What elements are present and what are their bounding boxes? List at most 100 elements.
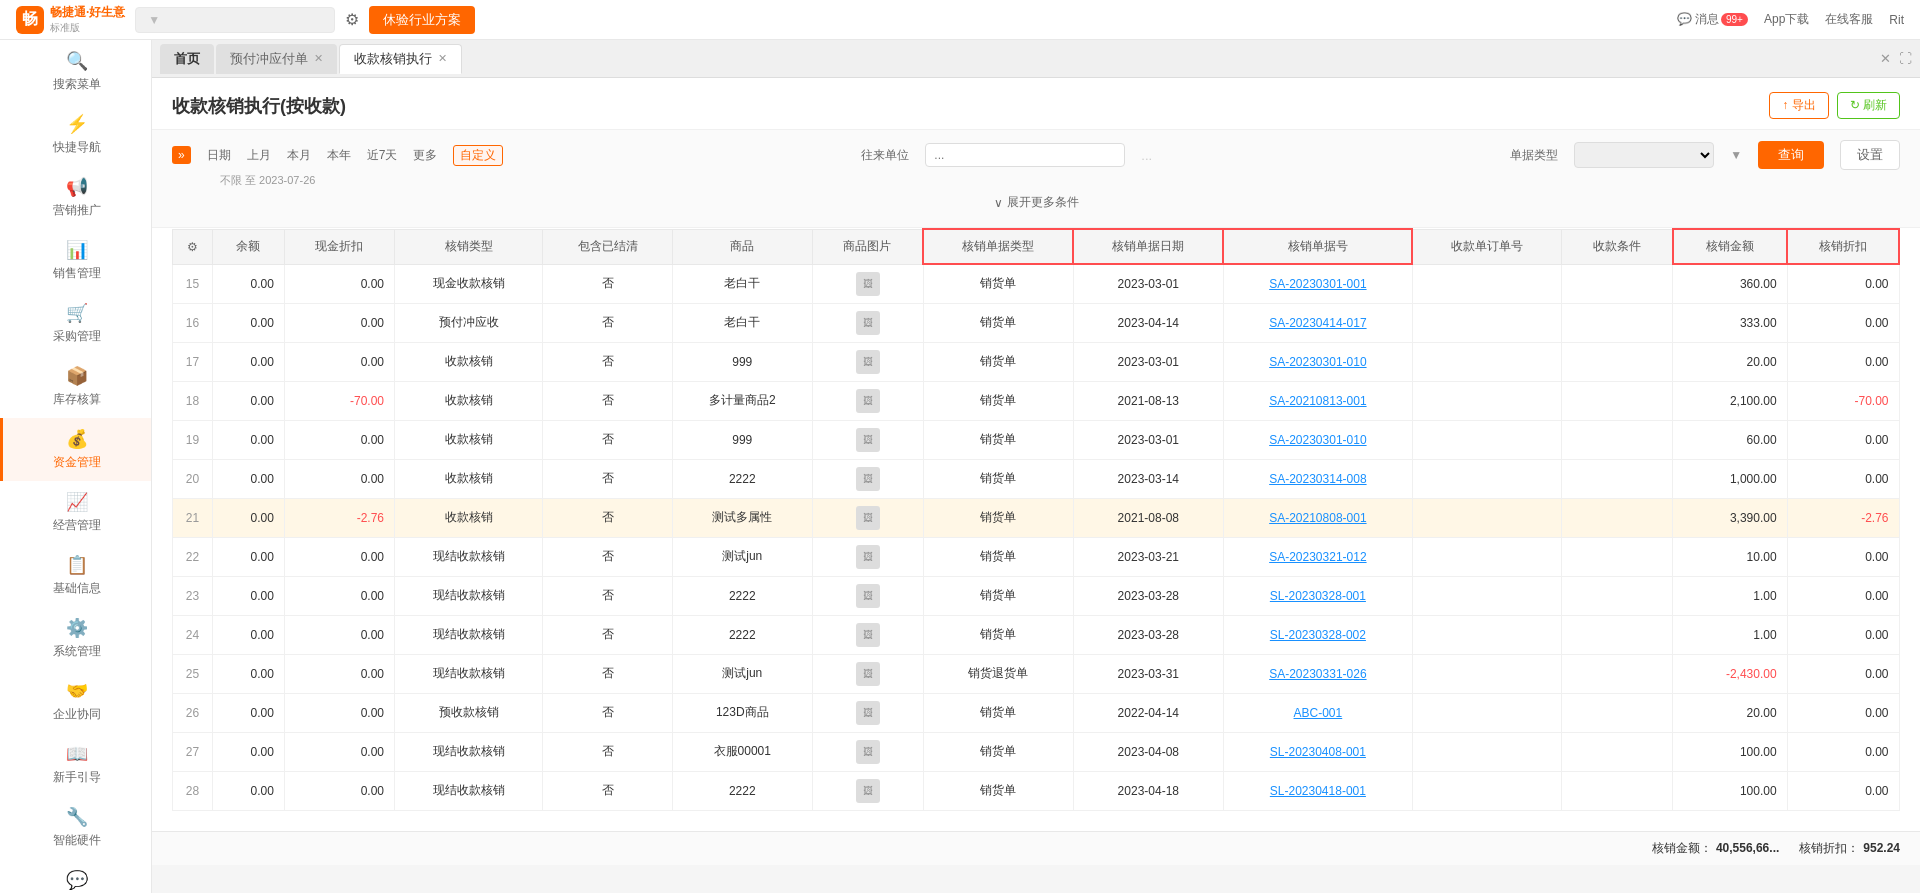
sidebar-item-label: 快捷导航 xyxy=(53,139,101,156)
cell-verify-bill-no[interactable]: SL-20230408-001 xyxy=(1223,732,1412,771)
tab-verify[interactable]: 收款核销执行 ✕ xyxy=(339,44,462,74)
cell-product-image: 🖼 xyxy=(812,693,923,732)
data-table: ⚙ 余额 现金折扣 核销类型 包含已结清 商品 商品图片 核销单据类型 核销单据… xyxy=(172,228,1900,811)
cell-receipt-condition xyxy=(1562,615,1673,654)
sidebar-item-enterprise[interactable]: 🤝 企业协同 xyxy=(0,670,151,733)
tab-close-all-icon[interactable]: ✕ xyxy=(1880,51,1891,66)
cell-verify-bill-no[interactable]: SA-20230314-008 xyxy=(1223,459,1412,498)
sidebar-item-sales[interactable]: 📊 销售管理 xyxy=(0,229,151,292)
cell-receipt-order xyxy=(1412,654,1561,693)
cell-verify-bill-no[interactable]: SL-20230328-002 xyxy=(1223,615,1412,654)
cell-verify-bill-type: 销货单 xyxy=(923,732,1073,771)
col-settings[interactable]: ⚙ xyxy=(173,229,213,264)
date-this-year[interactable]: 本年 xyxy=(327,147,351,164)
cell-no: 19 xyxy=(173,420,213,459)
sidebar-item-hardware[interactable]: 🔧 智能硬件 xyxy=(0,796,151,859)
cell-verify-bill-no[interactable]: SA-20230301-010 xyxy=(1223,342,1412,381)
cell-verify-amount: 100.00 xyxy=(1673,771,1788,810)
cell-verify-amount: 1,000.00 xyxy=(1673,459,1788,498)
footer-verify-amount: 核销金额： 40,556,66... xyxy=(1652,840,1779,857)
cell-verify-bill-date: 2023-03-28 xyxy=(1073,615,1223,654)
tab-maximize-icon[interactable]: ⛶ xyxy=(1899,51,1912,66)
expand-arrow[interactable]: » xyxy=(172,146,191,164)
table-row: 21 0.00 -2.76 收款核销 否 测试多属性 🖼 销货单 2021-08… xyxy=(173,498,1900,537)
cell-verify-bill-no[interactable]: SA-20230331-026 xyxy=(1223,654,1412,693)
sidebar-item-guide[interactable]: 📖 新手引导 xyxy=(0,733,151,796)
cell-verify-bill-no[interactable]: SA-20210808-001 xyxy=(1223,498,1412,537)
cell-include-settled: 否 xyxy=(543,615,672,654)
tab-home[interactable]: 首页 xyxy=(160,44,214,74)
filter-row-1: » 日期 上月 本月 本年 近7天 更多 自定义 往来单位 ... 单据类型 xyxy=(172,140,1900,170)
table-header: ⚙ 余额 现金折扣 核销类型 包含已结清 商品 商品图片 核销单据类型 核销单据… xyxy=(173,229,1900,264)
expand-more-button[interactable]: ∨ 展开更多条件 xyxy=(994,194,1079,211)
online-service[interactable]: 在线客服 xyxy=(1825,11,1873,28)
col-cash-discount: 现金折扣 xyxy=(284,229,394,264)
sidebar-item-purchase[interactable]: 🛒 采购管理 xyxy=(0,292,151,355)
date-last-month[interactable]: 上月 xyxy=(247,147,271,164)
cell-verify-bill-no[interactable]: SL-20230328-001 xyxy=(1223,576,1412,615)
sidebar-item-finance[interactable]: 💰 资金管理 xyxy=(0,418,151,481)
sidebar-item-inventory[interactable]: 📦 库存核算 xyxy=(0,355,151,418)
cell-receipt-condition xyxy=(1562,771,1673,810)
cell-verify-type: 收款核销 xyxy=(395,342,543,381)
cell-receipt-order xyxy=(1412,381,1561,420)
tab-prepayment-close[interactable]: ✕ xyxy=(314,52,323,65)
cell-verify-bill-no[interactable]: SA-20210813-001 xyxy=(1223,381,1412,420)
cell-verify-bill-no[interactable]: ABC-001 xyxy=(1223,693,1412,732)
sidebar-item-marketing[interactable]: 📢 营销推广 xyxy=(0,166,151,229)
cell-product-image: 🖼 xyxy=(812,732,923,771)
sidebar-item-quick-nav[interactable]: ⚡ 快捷导航 xyxy=(0,103,151,166)
app-download[interactable]: App下载 xyxy=(1764,11,1809,28)
export-button[interactable]: ↑ 导出 xyxy=(1769,92,1828,119)
tab-verify-close[interactable]: ✕ xyxy=(438,52,447,65)
cell-verify-bill-no[interactable]: SL-20230418-001 xyxy=(1223,771,1412,810)
partner-input[interactable] xyxy=(925,143,1125,167)
cell-receipt-order xyxy=(1412,771,1561,810)
refresh-button[interactable]: ↻ 刷新 xyxy=(1837,92,1900,119)
cell-verify-type: 现结收款核销 xyxy=(395,615,543,654)
col-verify-discount: 核销折扣 xyxy=(1787,229,1899,264)
query-button[interactable]: 查询 xyxy=(1758,141,1824,169)
cell-verify-type: 现金收款核销 xyxy=(395,264,543,303)
cell-verify-bill-no[interactable]: SA-20230321-012 xyxy=(1223,537,1412,576)
date-this-month[interactable]: 本月 xyxy=(287,147,311,164)
cell-verify-bill-no[interactable]: SA-20230414-017 xyxy=(1223,303,1412,342)
settings-icon[interactable]: ⚙ xyxy=(345,10,359,29)
date-7days[interactable]: 近7天 xyxy=(367,147,398,164)
cell-verify-discount: 0.00 xyxy=(1787,615,1899,654)
finance-icon: 💰 xyxy=(66,428,88,450)
sidebar-item-wechat[interactable]: 💬 企业微信 xyxy=(0,859,151,893)
system-icon: ⚙️ xyxy=(66,617,88,639)
date-custom[interactable]: 自定义 xyxy=(453,145,503,166)
cell-verify-bill-no[interactable]: SA-20230301-010 xyxy=(1223,420,1412,459)
cell-no: 26 xyxy=(173,693,213,732)
cell-product: 999 xyxy=(672,420,812,459)
sidebar-item-operations[interactable]: 📈 经营管理 xyxy=(0,481,151,544)
header-row: ⚙ 余额 现金折扣 核销类型 包含已结清 商品 商品图片 核销单据类型 核销单据… xyxy=(173,229,1900,264)
sidebar-item-label: 采购管理 xyxy=(53,328,101,345)
tab-prepayment[interactable]: 预付冲应付单 ✕ xyxy=(216,44,337,74)
cell-include-settled: 否 xyxy=(543,771,672,810)
sidebar-item-basic-info[interactable]: 📋 基础信息 xyxy=(0,544,151,607)
cell-product-image: 🖼 xyxy=(812,459,923,498)
setting-button[interactable]: 设置 xyxy=(1840,140,1900,170)
sidebar-item-label: 新手引导 xyxy=(53,769,101,786)
cell-cash-discount: -2.76 xyxy=(284,498,394,537)
bill-type-select[interactable] xyxy=(1574,142,1714,168)
cell-product: 老白干 xyxy=(672,264,812,303)
cell-cash-discount: 0.00 xyxy=(284,771,394,810)
cell-receipt-order xyxy=(1412,732,1561,771)
cell-receipt-condition xyxy=(1562,537,1673,576)
date-more[interactable]: 更多 xyxy=(413,147,437,164)
table-row: 17 0.00 0.00 收款核销 否 999 🖼 销货单 2023-03-01… xyxy=(173,342,1900,381)
top-bar-left: 畅 畅捷通·好生意 标准版 ▼ ⚙ 休验行业方案 xyxy=(16,4,1665,35)
sidebar-item-system[interactable]: ⚙️ 系统管理 xyxy=(0,607,151,670)
tab-verify-label: 收款核销执行 xyxy=(354,50,432,68)
sidebar-item-search[interactable]: 🔍 搜索菜单 xyxy=(0,40,151,103)
solution-button[interactable]: 休验行业方案 xyxy=(369,6,475,34)
notification[interactable]: 💬 消息99+ xyxy=(1677,11,1748,28)
cell-verify-bill-date: 2023-04-14 xyxy=(1073,303,1223,342)
cell-verify-bill-no[interactable]: SA-20230301-001 xyxy=(1223,264,1412,303)
cell-balance: 0.00 xyxy=(213,303,285,342)
cell-cash-discount: 0.00 xyxy=(284,264,394,303)
